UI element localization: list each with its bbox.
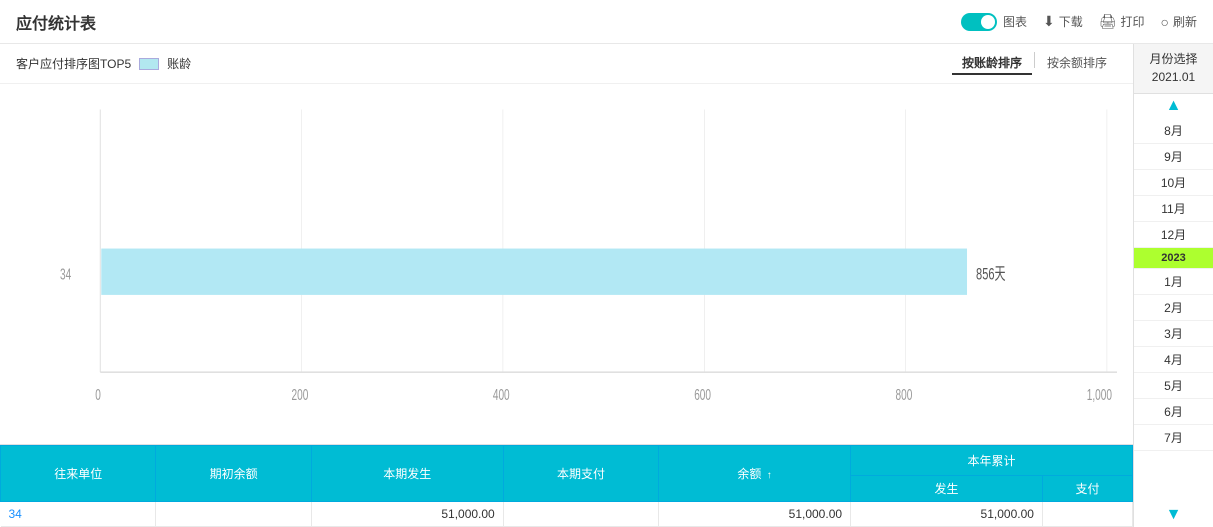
download-icon: ⬇ (1043, 13, 1055, 30)
col-ytd: 本年累计 (851, 446, 1133, 476)
month-item-11[interactable]: 11月 (1134, 196, 1213, 222)
supplier-link[interactable]: 34 (9, 507, 22, 521)
month-item-4[interactable]: 4月 (1134, 347, 1213, 373)
col-opening: 期初余额 (156, 446, 311, 502)
chart-toggle-wrapper[interactable]: 图表 (961, 13, 1027, 31)
sort-by-balance-btn[interactable]: 按账龄排序 (952, 52, 1032, 75)
sort-by-amount-btn[interactable]: 按余额排序 (1037, 52, 1117, 75)
month-item-7[interactable]: 7月 (1134, 425, 1213, 451)
print-icon: 🖨 (1099, 13, 1117, 30)
chart-top-bar: 客户应付排序图TOP5 账龄 按账龄排序 按余额排序 (0, 44, 1133, 84)
year-input[interactable] (1142, 67, 1205, 87)
sidebar-nav: ▲ 8月 9月 10月 11月 12月 2023 1月 2月 3月 4月 5月 … (1134, 94, 1213, 527)
x-label-800: 800 (896, 386, 913, 404)
x-label-400: 400 (493, 386, 510, 404)
col-ytd-occur: 发生 (851, 476, 1043, 502)
legend-box (139, 58, 159, 70)
nav-down-arrow[interactable]: ▼ (1134, 503, 1213, 527)
x-label-600: 600 (694, 386, 711, 404)
table-section: 往来单位 期初余额 本期发生 本期支付 余额 ↑ 本年累计 (0, 444, 1133, 527)
y-label-34: 34 (60, 265, 71, 283)
cell-current: 51,000.00 (311, 502, 503, 527)
month-item-2[interactable]: 2月 (1134, 295, 1213, 321)
chart-area: 34 856天 0 200 (0, 84, 1133, 444)
month-item-1[interactable]: 1月 (1134, 269, 1213, 295)
refresh-button[interactable]: ○ 刷新 (1161, 13, 1197, 30)
app-header: 应付统计表 图表 ⬇ 下载 🖨 打印 ○ 刷新 (0, 0, 1213, 44)
chart-bar (101, 249, 967, 295)
col-ytd-pay: 支付 (1042, 476, 1132, 502)
sidebar-header: 月份选择 (1134, 44, 1213, 94)
col-payment: 本期支付 (503, 446, 658, 502)
month-item-3[interactable]: 3月 (1134, 321, 1213, 347)
cell-opening (156, 502, 311, 527)
chart-section: 客户应付排序图TOP5 账龄 按账龄排序 按余额排序 34 (0, 44, 1133, 527)
chart-legend: 客户应付排序图TOP5 账龄 (16, 55, 191, 72)
sort-buttons: 按账龄排序 按余额排序 (952, 52, 1117, 75)
chart-toggle[interactable] (961, 13, 997, 31)
page-title: 应付统计表 (16, 10, 96, 34)
month-item-10[interactable]: 10月 (1134, 170, 1213, 196)
month-item-8[interactable]: 8月 (1134, 118, 1213, 144)
download-button[interactable]: ⬇ 下载 (1043, 13, 1083, 30)
legend-label: 客户应付排序图TOP5 (16, 55, 131, 72)
data-table: 往来单位 期初余额 本期发生 本期支付 余额 ↑ 本年累计 (0, 445, 1133, 527)
chart-svg: 34 856天 0 200 (60, 94, 1117, 434)
month-item-5[interactable]: 5月 (1134, 373, 1213, 399)
cell-supplier: 34 (1, 502, 156, 527)
print-button[interactable]: 🖨 打印 (1099, 13, 1145, 30)
table-header-row-1: 往来单位 期初余额 本期发生 本期支付 余额 ↑ 本年累计 (1, 446, 1133, 476)
x-label-1000: 1,000 (1087, 386, 1112, 404)
month-list: 8月 9月 10月 11月 12月 2023 1月 2月 3月 4月 5月 6月… (1134, 118, 1213, 503)
col-current: 本期发生 (311, 446, 503, 502)
month-item-6[interactable]: 6月 (1134, 399, 1213, 425)
chart-toggle-label: 图表 (1003, 13, 1027, 30)
balance-sort-icon: ↑ (767, 470, 772, 481)
sidebar: 月份选择 ▲ 8月 9月 10月 11月 12月 2023 1月 2月 3月 4… (1133, 44, 1213, 527)
year-badge-2023: 2023 (1134, 248, 1213, 269)
refresh-icon: ○ (1161, 14, 1169, 30)
cell-ytd-occur: 51,000.00 (851, 502, 1043, 527)
legend-text: 账龄 (167, 55, 191, 72)
nav-up-arrow[interactable]: ▲ (1134, 94, 1213, 118)
cell-payment (503, 502, 658, 527)
month-item-12[interactable]: 12月 (1134, 222, 1213, 248)
main-content: 客户应付排序图TOP5 账龄 按账龄排序 按余额排序 34 (0, 44, 1213, 527)
table-wrapper: 往来单位 期初余额 本期发生 本期支付 余额 ↑ 本年累计 (0, 445, 1133, 527)
cell-ytd-pay (1042, 502, 1132, 527)
cell-balance: 51,000.00 (659, 502, 851, 527)
bar-days-label: 856天 (976, 265, 1006, 284)
month-item-9[interactable]: 9月 (1134, 144, 1213, 170)
col-balance: 余额 ↑ (659, 446, 851, 502)
col-supplier: 往来单位 (1, 446, 156, 502)
sidebar-title: 月份选择 (1142, 50, 1205, 67)
x-label-0: 0 (95, 386, 101, 404)
header-actions: 图表 ⬇ 下载 🖨 打印 ○ 刷新 (961, 13, 1197, 31)
sort-divider (1034, 52, 1035, 68)
x-label-200: 200 (292, 386, 309, 404)
table-row: 34 51,000.00 51,000.00 51,000.00 (1, 502, 1133, 527)
